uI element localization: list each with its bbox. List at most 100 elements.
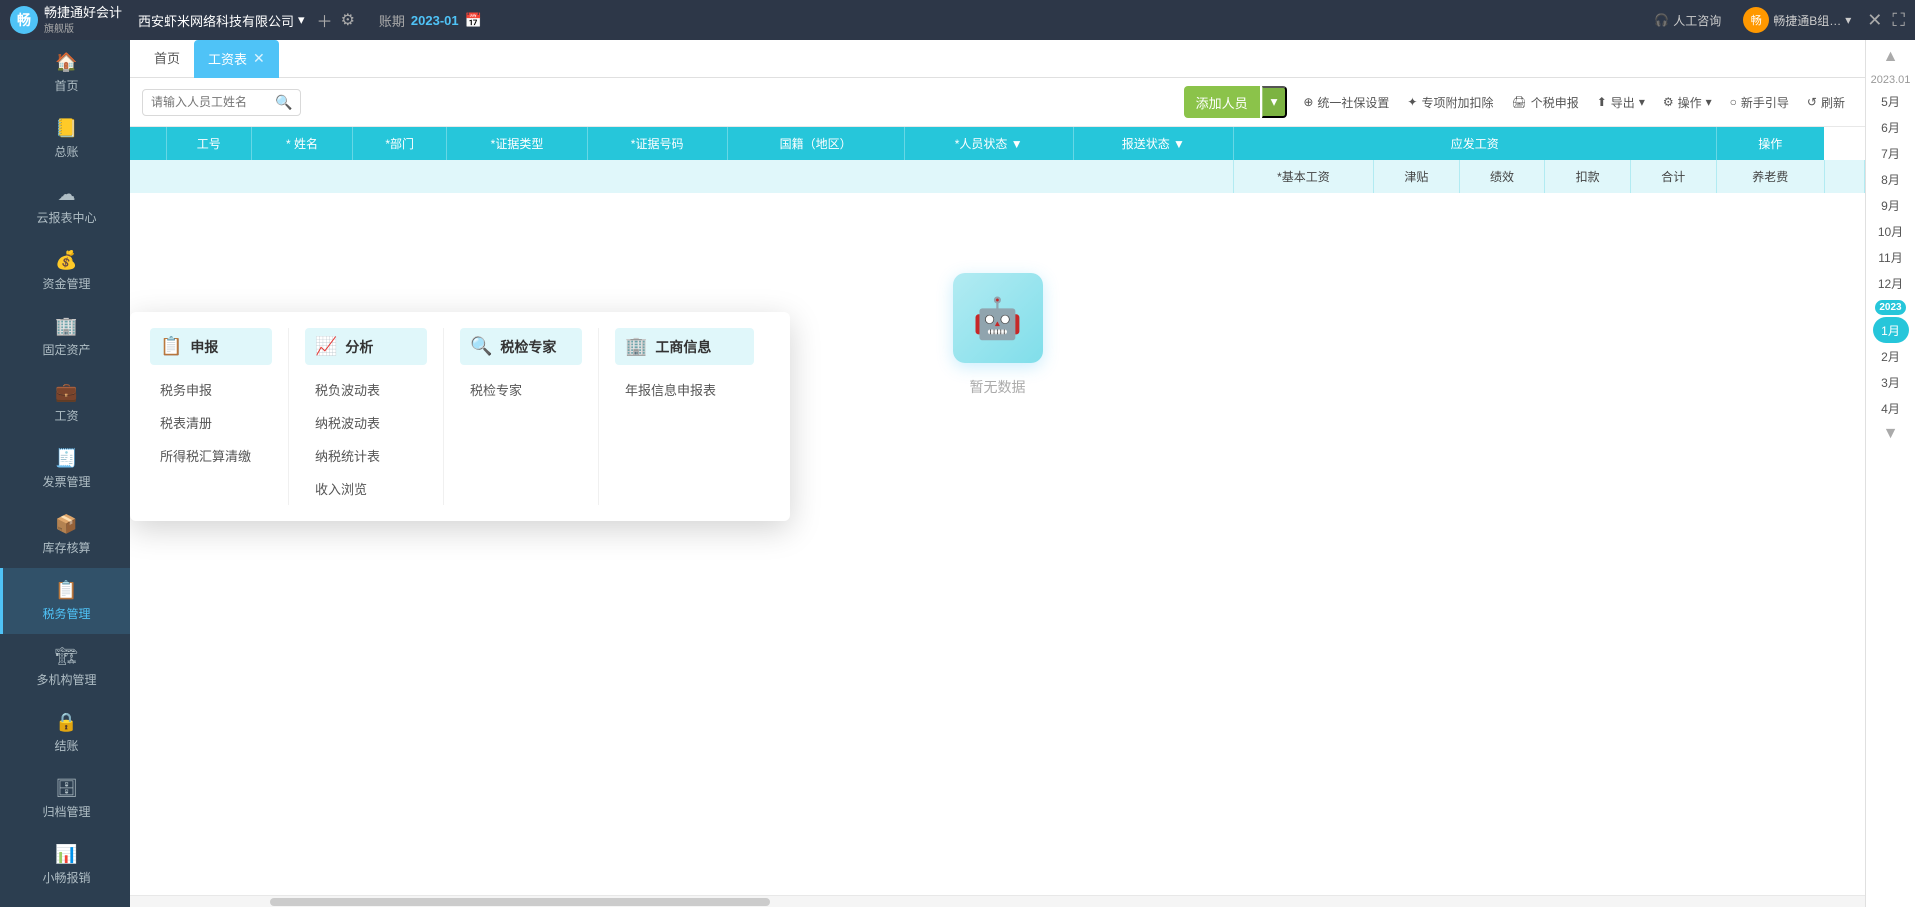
top-bar: 畅 畅捷通好会计 旗舰版 西安虾米网络科技有限公司 ▾ ＋ ⚙ 账期 2023-… xyxy=(0,0,1915,40)
sidebar-item-archive[interactable]: 🗄 归档管理 xyxy=(0,766,130,832)
tab-close-payroll-tab[interactable]: ✕ xyxy=(253,50,265,67)
add-company-button[interactable]: ＋ xyxy=(313,8,337,32)
dropdown-header-biz-info: 🏢 工商信息 xyxy=(615,328,754,365)
dropdown-section-analysis: 📈 分析 税负波动表纳税波动表纳税统计表收入浏览 xyxy=(305,328,444,505)
sidebar-label-home: 首页 xyxy=(54,77,78,94)
timeline-2023-3月[interactable]: 3月 xyxy=(1873,369,1909,395)
calendar-icon[interactable]: 📅 xyxy=(465,12,482,29)
sidebar-item-ledger[interactable]: 📒 总账 xyxy=(0,106,130,172)
sidebar-item-home[interactable]: 🏠 首页 xyxy=(0,40,130,106)
sidebar-item-asset[interactable]: 🏢 固定资产 xyxy=(0,304,130,370)
sidebar-item-payroll[interactable]: 💼 工资 xyxy=(0,370,130,436)
timeline-2022-6月[interactable]: 6月 xyxy=(1873,114,1909,140)
sub-allowance: 津贴 xyxy=(1374,160,1460,193)
dropdown-item-tax-stat[interactable]: 纳税统计表 xyxy=(305,439,427,472)
sidebar-item-close[interactable]: 🔒 结账 xyxy=(0,700,130,766)
action-label-refresh: 刷新 xyxy=(1821,94,1845,111)
action-icon-social-security: ⊕ xyxy=(1303,95,1313,109)
bottom-scrollbar[interactable] xyxy=(130,895,1865,907)
timeline-2022-9月[interactable]: 9月 xyxy=(1873,192,1909,218)
toolbar-action-refresh[interactable]: ↺ 刷新 xyxy=(1799,90,1853,115)
sidebar-icon-inventory: 📦 xyxy=(55,514,77,535)
sub-performance: 绩效 xyxy=(1459,160,1545,193)
dropdown-item-annual-report[interactable]: 年报信息申报表 xyxy=(615,373,754,406)
period-value: 2023-01 xyxy=(411,13,459,28)
add-person-caret[interactable]: ▾ xyxy=(1262,86,1288,118)
sidebar-item-basic[interactable]: ⚙ 基础设置 xyxy=(0,898,130,907)
company-selector[interactable]: 西安虾米网络科技有限公司 ▾ xyxy=(130,7,313,34)
timeline-2022-10月[interactable]: 10月 xyxy=(1873,218,1909,244)
period-area: 账期 2023-01 📅 xyxy=(379,11,482,30)
toolbar-action-special-deduction[interactable]: ✦ 专项附加扣除 xyxy=(1399,90,1501,115)
toolbar-actions: ⊕ 统一社保设置✦ 专项附加扣除🖨 个税申报⬆ 导出▾⚙ 操作▾○ 新手引导↺ … xyxy=(1295,90,1853,115)
sidebar-item-report[interactable]: 📊 小畅报销 xyxy=(0,832,130,898)
add-person-button[interactable]: 添加人员 xyxy=(1184,86,1260,118)
timeline-2022-5月[interactable]: 5月 xyxy=(1873,88,1909,114)
right-timeline-panel: ▲ 2023.01 5月6月7月8月9月10月11月12月20231月2月3月4… xyxy=(1865,40,1915,907)
sidebar-label-ledger: 总账 xyxy=(54,143,78,160)
search-input[interactable] xyxy=(151,95,271,109)
sidebar-item-invoice[interactable]: 🧾 发票管理 xyxy=(0,436,130,502)
timeline-2023-4月[interactable]: 4月 xyxy=(1873,395,1909,421)
tab-home-tab[interactable]: 首页 xyxy=(140,40,194,78)
dropdown-item-tax-burden[interactable]: 税负波动表 xyxy=(305,373,427,406)
timeline-2022-11月[interactable]: 11月 xyxy=(1873,244,1909,270)
service-btn[interactable]: 🎧 人工咨询 xyxy=(1648,8,1727,33)
sidebar-label-archive: 归档管理 xyxy=(42,803,90,820)
dropdown-item-income-browse[interactable]: 收入浏览 xyxy=(305,472,427,505)
sidebar-item-fund[interactable]: 💰 资金管理 xyxy=(0,238,130,304)
sidebar-icon-ledger: 📒 xyxy=(55,118,77,139)
sidebar-label-report: 小畅报销 xyxy=(42,869,90,886)
service-label: 人工咨询 xyxy=(1673,12,1721,29)
dropdown-item-tax-payment[interactable]: 纳税波动表 xyxy=(305,406,427,439)
tax-dropdown-menu: 📋 申报 税务申报税表清册所得税汇算清缴 📈 分析 税负波动表纳税波动表纳税统计… xyxy=(130,312,790,521)
col-country: 国籍（地区） xyxy=(727,127,904,160)
toolbar-action-operate[interactable]: ⚙ 操作▾ xyxy=(1655,90,1720,115)
user-area[interactable]: 畅 畅捷通B组… ▾ xyxy=(1737,3,1857,37)
timeline-2023-1月[interactable]: 1月 xyxy=(1873,317,1909,343)
timeline-2022-12月[interactable]: 12月 xyxy=(1873,270,1909,296)
dropdown-item-tax-declare[interactable]: 税务申报 xyxy=(150,373,272,406)
sidebar-item-tax[interactable]: 📋 税务管理 xyxy=(0,568,130,634)
add-person-group: 添加人员 ▾ xyxy=(1184,86,1288,118)
dropdown-header-tax-expert: 🔍 税检专家 xyxy=(460,328,582,365)
dropdown-item-income-calc[interactable]: 所得税汇算清缴 xyxy=(150,439,272,472)
action-icon-guide: ○ xyxy=(1730,95,1737,109)
sidebar-icon-multi: 🏗 xyxy=(55,646,78,667)
sidebar-item-cloud[interactable]: ☁ 云报表中心 xyxy=(0,172,130,238)
sidebar-item-multi[interactable]: 🏗 多机构管理 xyxy=(0,634,130,700)
user-name: 畅捷通B组… xyxy=(1773,12,1841,29)
dropdown-item-tax-check[interactable]: 税检专家 xyxy=(460,373,582,406)
scroll-thumb[interactable] xyxy=(270,898,770,906)
window-close-button[interactable]: ✕ xyxy=(1867,10,1882,31)
toolbar-action-tax-report[interactable]: 🖨 个税申报 xyxy=(1503,90,1586,115)
sidebar-item-inventory[interactable]: 📦 库存核算 xyxy=(0,502,130,568)
toolbar-action-social-security[interactable]: ⊕ 统一社保设置 xyxy=(1295,90,1397,115)
dropdown-section-biz-info: 🏢 工商信息 年报信息申报表 xyxy=(615,328,770,505)
toolbar-action-guide[interactable]: ○ 新手引导 xyxy=(1722,90,1797,115)
col-name: * 姓名 xyxy=(252,127,353,160)
timeline-2022-8月[interactable]: 8月 xyxy=(1873,166,1909,192)
action-label-social-security: 统一社保设置 xyxy=(1317,94,1389,111)
logo-area: 畅 畅捷通好会计 旗舰版 xyxy=(10,5,130,36)
toolbar: 🔍 添加人员 ▾ ⊕ 统一社保设置✦ 专项附加扣除🖨 个税申报⬆ 导出▾⚙ 操作… xyxy=(130,78,1865,127)
timeline-down-arrow[interactable]: ▼ xyxy=(1879,421,1903,447)
sidebar-icon-cloud: ☁ xyxy=(58,184,76,205)
col-empno: 工号 xyxy=(166,127,252,160)
table-area-wrapper: 工号* 姓名*部门*证据类型*证据号码国籍（地区）*人员状态 ▼报送状态 ▼应发… xyxy=(130,127,1865,907)
timeline-up-arrow[interactable]: ▲ xyxy=(1879,44,1903,70)
sidebar-label-asset: 固定资产 xyxy=(42,341,90,358)
timeline-2022-7月[interactable]: 7月 xyxy=(1873,140,1909,166)
timeline-2023-2月[interactable]: 2月 xyxy=(1873,343,1909,369)
app-name: 畅捷通好会计 xyxy=(44,5,122,21)
dropdown-item-tax-list[interactable]: 税表清册 xyxy=(150,406,272,439)
window-maximize-button[interactable]: ⛶ xyxy=(1892,10,1905,31)
period-label: 账期 xyxy=(379,11,405,30)
tab-payroll-tab[interactable]: 工资表✕ xyxy=(194,40,279,78)
toolbar-action-export[interactable]: ⬆ 导出▾ xyxy=(1589,90,1653,115)
col-checkbox xyxy=(130,127,166,160)
search-icon[interactable]: 🔍 xyxy=(275,94,292,111)
user-dropdown-icon: ▾ xyxy=(1845,13,1851,27)
settings-icon[interactable]: ⚙ xyxy=(337,10,359,30)
sidebar-icon-asset: 🏢 xyxy=(55,316,77,337)
